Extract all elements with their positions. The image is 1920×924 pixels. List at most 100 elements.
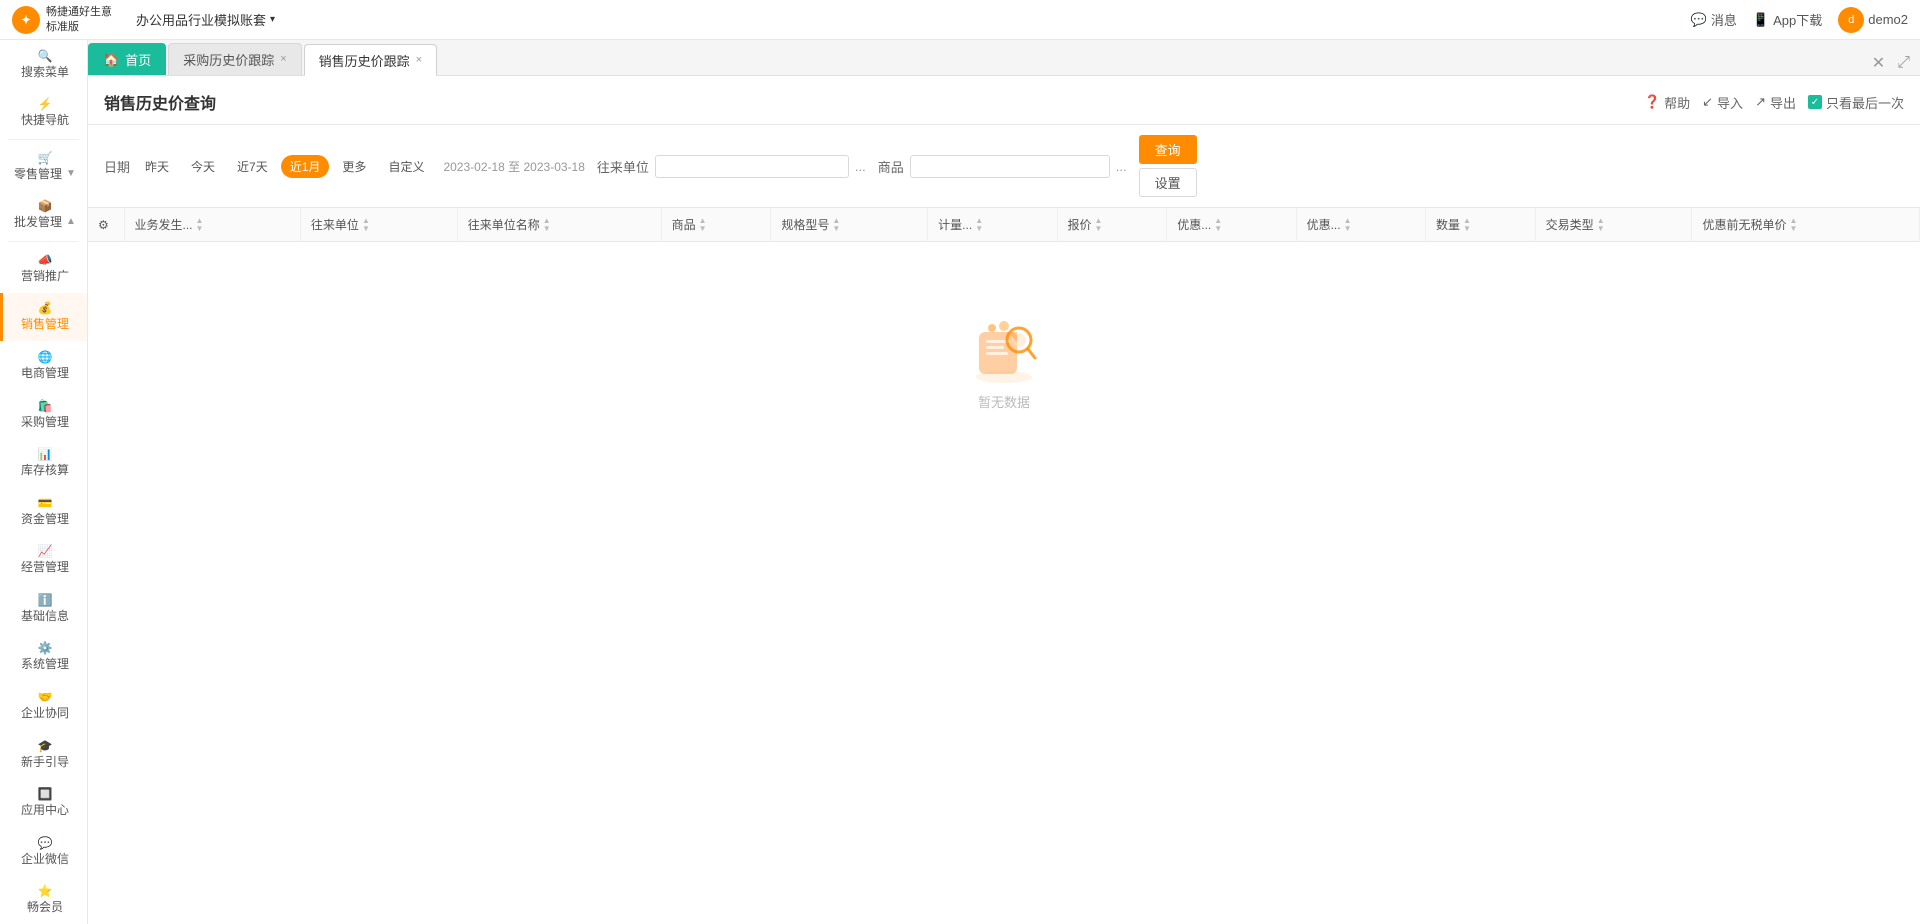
only-last-checkbox-group[interactable]: ✓ 只看最后一次 [1808,93,1904,112]
sort-arrows-5: ▲▼ [832,217,840,233]
inventory-icon: 📊 [38,447,53,461]
table-area: ⚙ 业务发生... ▲▼ 往来单位 ▲▼ [88,208,1920,924]
sidebar-item-basic-info[interactable]: ℹ️ 基础信息 [0,584,87,633]
checkbox-only-last[interactable]: ✓ [1808,95,1822,109]
logo-text: 畅捷通好生意 标准版 [46,5,112,34]
date-btn-1month[interactable]: 近1月 [281,155,330,178]
system-icon: ⚙️ [38,641,53,655]
retail-icon: 🛒 [38,151,53,165]
logo-icon: ✦ [12,6,40,34]
nav-icon: ⚡ [38,97,53,111]
partner-search-icon[interactable]: ... [855,159,866,174]
col-spec[interactable]: 规格型号 ▲▼ [771,208,928,242]
settings-button[interactable]: 设置 [1139,168,1197,197]
col-settings[interactable]: ⚙ [88,208,124,242]
sidebar-item-new-guide[interactable]: 🎓 新手引导 [0,730,87,779]
page-title: 销售历史价查询 [104,90,216,114]
col-unit[interactable]: 计量... ▲▼ [928,208,1057,242]
table-header-row: ⚙ 业务发生... ▲▼ 往来单位 ▲▼ [88,208,1920,242]
product-search-icon[interactable]: ... [1116,159,1127,174]
col-partner-name[interactable]: 往来单位名称 ▲▼ [457,208,661,242]
help-btn[interactable]: ❓ 帮助 [1644,93,1690,112]
help-icon: ❓ [1644,94,1660,110]
tab-sales-history[interactable]: 销售历史价跟踪 × [304,44,437,76]
sidebar-item-search-menu[interactable]: 🔍 搜索菜单 [0,40,87,89]
col-discount2[interactable]: 优惠... ▲▼ [1296,208,1425,242]
sidebar-item-corp-collab[interactable]: 🤝 企业协同 [0,681,87,730]
tab-actions: ✕ ⤢ [1870,51,1920,75]
sort-arrows-6: ▲▼ [975,217,983,233]
sidebar-item-marketing[interactable]: 📣 营销推广 [0,244,87,293]
close-icon[interactable]: × [280,54,286,65]
user-profile[interactable]: d demo2 [1838,7,1908,33]
sort-arrows-10: ▲▼ [1463,217,1471,233]
sort-arrows-4: ▲▼ [699,217,707,233]
date-buttons: 昨天 今天 近7天 近1月 更多 自定义 [136,155,433,178]
sidebar-item-vip-member[interactable]: ⭐ 畅会员 [0,875,87,924]
date-btn-yesterday[interactable]: 昨天 [136,155,178,178]
date-filter-group: 日期 昨天 今天 近7天 近1月 更多 自定义 2023-02-18 至 202… [104,155,585,178]
col-price[interactable]: 报价 ▲▼ [1057,208,1167,242]
purchase-icon: 🛍️ [38,399,53,413]
empty-text: 暂无数据 [978,392,1030,411]
ecom-icon: 🌐 [38,350,53,364]
top-bar-left: ✦ 畅捷通好生意 标准版 办公用品行业模拟账套 ▾ [12,5,275,34]
sort-arrows-9: ▲▼ [1344,217,1352,233]
close-icon-active[interactable]: × [416,55,422,66]
date-btn-7days[interactable]: 近7天 [228,155,277,178]
sidebar-item-retail-mgmt[interactable]: 🛒 零售管理 ▼ [0,142,87,191]
sidebar-item-ops-mgmt[interactable]: 📈 经营管理 [0,535,87,584]
avatar: d [1838,7,1864,33]
sidebar-item-app-center[interactable]: 🔲 应用中心 [0,778,87,827]
product-input[interactable] [910,155,1110,178]
partner-input[interactable] [655,155,849,178]
wechat-icon: 💬 [38,836,53,850]
col-product[interactable]: 商品 ▲▼ [661,208,771,242]
sidebar: 🔍 搜索菜单 ⚡ 快捷导航 🛒 零售管理 ▼ 📦 批发管理 ▲ 📣 营销推广 [0,40,88,924]
page-title-row: 销售历史价查询 ❓ 帮助 ↙ 导入 ↗ 导出 ✓ [104,90,1904,114]
product-filter-group: 商品 ... [878,155,1127,178]
col-trade-type[interactable]: 交易类型 ▲▼ [1535,208,1692,242]
sort-arrows-12: ▲▼ [1790,217,1798,233]
date-btn-today[interactable]: 今天 [182,155,224,178]
message-btn[interactable]: 💬 消息 [1691,10,1737,29]
sidebar-item-inventory[interactable]: 📊 库存核算 [0,438,87,487]
col-biz-date[interactable]: 业务发生... ▲▼ [124,208,300,242]
guide-icon: 🎓 [38,739,53,753]
marketing-icon: 📣 [38,253,53,267]
sidebar-item-wholesale-mgmt[interactable]: 📦 批发管理 ▲ [0,191,87,240]
export-btn[interactable]: ↗ 导出 [1755,93,1796,112]
finance-icon: 💳 [38,496,53,510]
tab-home[interactable]: 🏠 首页 [88,43,166,75]
info-icon: ℹ️ [38,593,53,607]
close-window-btn[interactable]: ✕ [1870,51,1887,75]
date-range-display: 2023-02-18 至 2023-03-18 [443,158,584,175]
tab-purchase-history[interactable]: 采购历史价跟踪 × [168,43,301,75]
sidebar-item-sales-mgmt[interactable]: 💰 销售管理 [0,293,87,342]
sidebar-item-quick-nav[interactable]: ⚡ 快捷导航 [0,89,87,138]
date-btn-more[interactable]: 更多 [333,155,375,178]
maximize-btn[interactable]: ⤢ [1895,52,1912,74]
sidebar-item-finance-mgmt[interactable]: 💳 资金管理 [0,487,87,536]
sidebar-divider-2 [8,241,79,242]
top-bar: ✦ 畅捷通好生意 标准版 办公用品行业模拟账套 ▾ 💬 消息 📱 App下载 d… [0,0,1920,40]
col-no-tax-price[interactable]: 优惠前无税单价 ▲▼ [1692,208,1920,242]
chevron-down-icon: ▾ [270,14,275,25]
col-partner-code[interactable]: 往来单位 ▲▼ [300,208,457,242]
phone-icon: 📱 [1753,12,1769,28]
sidebar-item-ecom-mgmt[interactable]: 🌐 电商管理 [0,341,87,390]
import-btn[interactable]: ↙ 导入 [1702,93,1743,112]
import-icon: ↙ [1702,94,1713,110]
data-table: ⚙ 业务发生... ▲▼ 往来单位 ▲▼ [88,208,1920,242]
sidebar-item-system-mgmt[interactable]: ⚙️ 系统管理 [0,633,87,682]
sidebar-item-purchase-mgmt[interactable]: 🛍️ 采购管理 [0,390,87,439]
query-button[interactable]: 查询 [1139,135,1197,164]
col-quantity[interactable]: 数量 ▲▼ [1425,208,1535,242]
app-selector[interactable]: 办公用品行业模拟账套 ▾ [136,10,275,29]
sidebar-divider [8,139,79,140]
date-btn-custom[interactable]: 自定义 [379,155,433,178]
app-download-btn[interactable]: 📱 App下载 [1753,10,1822,29]
sort-arrows: ▲▼ [196,217,204,233]
col-discount1[interactable]: 优惠... ▲▼ [1167,208,1296,242]
sidebar-item-corp-wechat[interactable]: 💬 企业微信 [0,827,87,876]
